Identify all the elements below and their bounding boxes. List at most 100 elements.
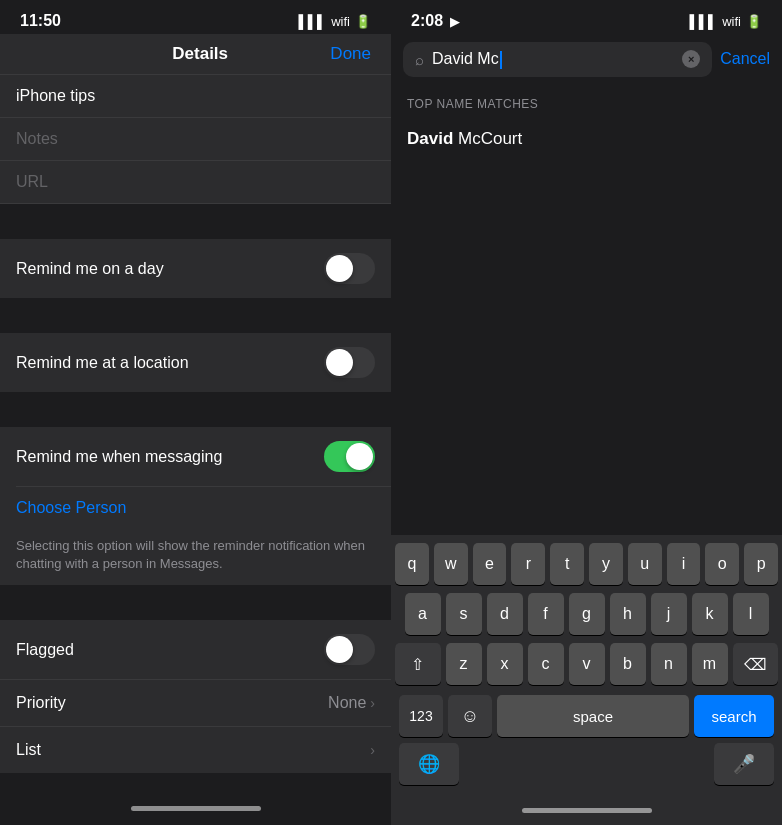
flagged-block: Flagged Priority None › List ›: [0, 620, 391, 773]
priority-chevron-icon: ›: [370, 695, 375, 711]
separator-1: [0, 204, 391, 239]
remind-messaging-toggle-thumb: [346, 443, 373, 470]
emoji-key[interactable]: ☺: [448, 695, 492, 737]
flagged-toggle[interactable]: [324, 634, 375, 665]
result-normal: McCourt: [453, 129, 522, 148]
status-time-right: 2:08 ▶: [411, 12, 459, 30]
key-f[interactable]: f: [528, 593, 564, 635]
key-n[interactable]: n: [651, 643, 687, 685]
remind-day-toggle-thumb: [326, 255, 353, 282]
search-results: TOP NAME MATCHES David McCourt: [391, 85, 782, 535]
status-time-left: 11:50: [20, 12, 61, 30]
key-s[interactable]: s: [446, 593, 482, 635]
key-z[interactable]: z: [446, 643, 482, 685]
status-bar-left: 11:50 ▌▌▌ wifi 🔋: [0, 0, 391, 34]
notes-row[interactable]: Notes: [0, 118, 391, 161]
left-panel: 11:50 ▌▌▌ wifi 🔋 Details Done iPhone tip…: [0, 0, 391, 825]
key-a[interactable]: a: [405, 593, 441, 635]
separator-4: [0, 585, 391, 620]
status-icons-left: ▌▌▌ wifi 🔋: [299, 14, 371, 29]
keyboard: q w e r t y u i o p a s d f g h j k l ⇧ …: [391, 535, 782, 795]
key-v[interactable]: v: [569, 643, 605, 685]
remind-messaging-row: Remind me when messaging: [0, 427, 391, 486]
search-bar-container: ⌕ David Mc × Cancel: [391, 34, 782, 85]
search-icon: ⌕: [415, 51, 424, 68]
cancel-button[interactable]: Cancel: [720, 50, 770, 68]
right-panel: 2:08 ▶ ▌▌▌ wifi 🔋 ⌕ David Mc × Cancel TO…: [391, 0, 782, 825]
key-c[interactable]: c: [528, 643, 564, 685]
search-key[interactable]: search: [694, 695, 774, 737]
search-input[interactable]: David Mc: [432, 50, 674, 69]
mic-key[interactable]: 🎤: [714, 743, 774, 785]
key-j[interactable]: j: [651, 593, 687, 635]
key-e[interactable]: e: [473, 543, 507, 585]
remind-day-toggle[interactable]: [324, 253, 375, 284]
keyboard-row-3: ⇧ z x c v b n m ⌫: [395, 643, 778, 685]
reminder-title-row[interactable]: iPhone tips: [0, 75, 391, 118]
home-indicator-left: [0, 791, 391, 825]
keyboard-bottom-row: 123 ☺ space search: [395, 693, 778, 739]
result-item[interactable]: David McCourt: [407, 119, 766, 159]
priority-value: None ›: [328, 694, 375, 712]
key-w[interactable]: w: [434, 543, 468, 585]
search-field[interactable]: ⌕ David Mc ×: [403, 42, 712, 77]
key-t[interactable]: t: [550, 543, 584, 585]
key-m[interactable]: m: [692, 643, 728, 685]
key-p[interactable]: p: [744, 543, 778, 585]
backspace-key[interactable]: ⌫: [733, 643, 779, 685]
notes-placeholder: Notes: [16, 130, 58, 147]
nav-bar: Details Done: [0, 34, 391, 75]
remind-messaging-label: Remind me when messaging: [16, 448, 222, 466]
key-y[interactable]: y: [589, 543, 623, 585]
home-indicator-right: [391, 795, 782, 825]
wifi-icon: wifi: [331, 14, 350, 29]
key-k[interactable]: k: [692, 593, 728, 635]
globe-key[interactable]: 🌐: [399, 743, 459, 785]
messaging-description: Selecting this option will show the remi…: [0, 529, 391, 585]
url-row[interactable]: URL: [0, 161, 391, 204]
choose-person-row[interactable]: Choose Person: [0, 487, 391, 529]
reminder-title: iPhone tips: [16, 87, 95, 104]
list-chevron-icon: ›: [370, 742, 375, 758]
key-r[interactable]: r: [511, 543, 545, 585]
status-icons-right: ▌▌▌ wifi 🔋: [690, 14, 762, 29]
cursor: [500, 51, 502, 69]
remind-day-label: Remind me on a day: [16, 260, 164, 278]
key-h[interactable]: h: [610, 593, 646, 635]
keyboard-row-2: a s d f g h j k l: [395, 593, 778, 635]
remind-messaging-toggle[interactable]: [324, 441, 375, 472]
key-l[interactable]: l: [733, 593, 769, 635]
signal-icon: ▌▌▌: [299, 14, 327, 29]
key-g[interactable]: g: [569, 593, 605, 635]
key-o[interactable]: o: [705, 543, 739, 585]
separator-3: [0, 392, 391, 427]
remind-location-toggle-thumb: [326, 349, 353, 376]
left-content: iPhone tips Notes URL Remind me on a day…: [0, 75, 391, 791]
key-b[interactable]: b: [610, 643, 646, 685]
key-d[interactable]: d: [487, 593, 523, 635]
remind-day-row: Remind me on a day: [0, 239, 391, 298]
keyboard-row-1: q w e r t y u i o p: [395, 543, 778, 585]
priority-label: Priority: [16, 694, 66, 712]
status-bar-right: 2:08 ▶ ▌▌▌ wifi 🔋: [391, 0, 782, 34]
key-q[interactable]: q: [395, 543, 429, 585]
numbers-key[interactable]: 123: [399, 695, 443, 737]
shift-key[interactable]: ⇧: [395, 643, 441, 685]
key-u[interactable]: u: [628, 543, 662, 585]
remind-location-row: Remind me at a location: [0, 333, 391, 392]
space-key[interactable]: space: [497, 695, 689, 737]
list-row[interactable]: List ›: [0, 726, 391, 773]
keyboard-extras-row: 🌐 🎤: [395, 743, 778, 785]
key-x[interactable]: x: [487, 643, 523, 685]
result-name: David McCourt: [407, 129, 522, 148]
clear-button[interactable]: ×: [682, 50, 700, 68]
key-i[interactable]: i: [667, 543, 701, 585]
remind-location-toggle[interactable]: [324, 347, 375, 378]
choose-person-label: Choose Person: [16, 499, 126, 516]
home-bar-left: [131, 806, 261, 811]
done-button[interactable]: Done: [330, 44, 371, 64]
result-bold: David: [407, 129, 453, 148]
remind-messaging-block: Remind me when messaging Choose Person S…: [0, 427, 391, 585]
priority-row[interactable]: Priority None ›: [0, 679, 391, 726]
priority-value-text: None: [328, 694, 366, 712]
